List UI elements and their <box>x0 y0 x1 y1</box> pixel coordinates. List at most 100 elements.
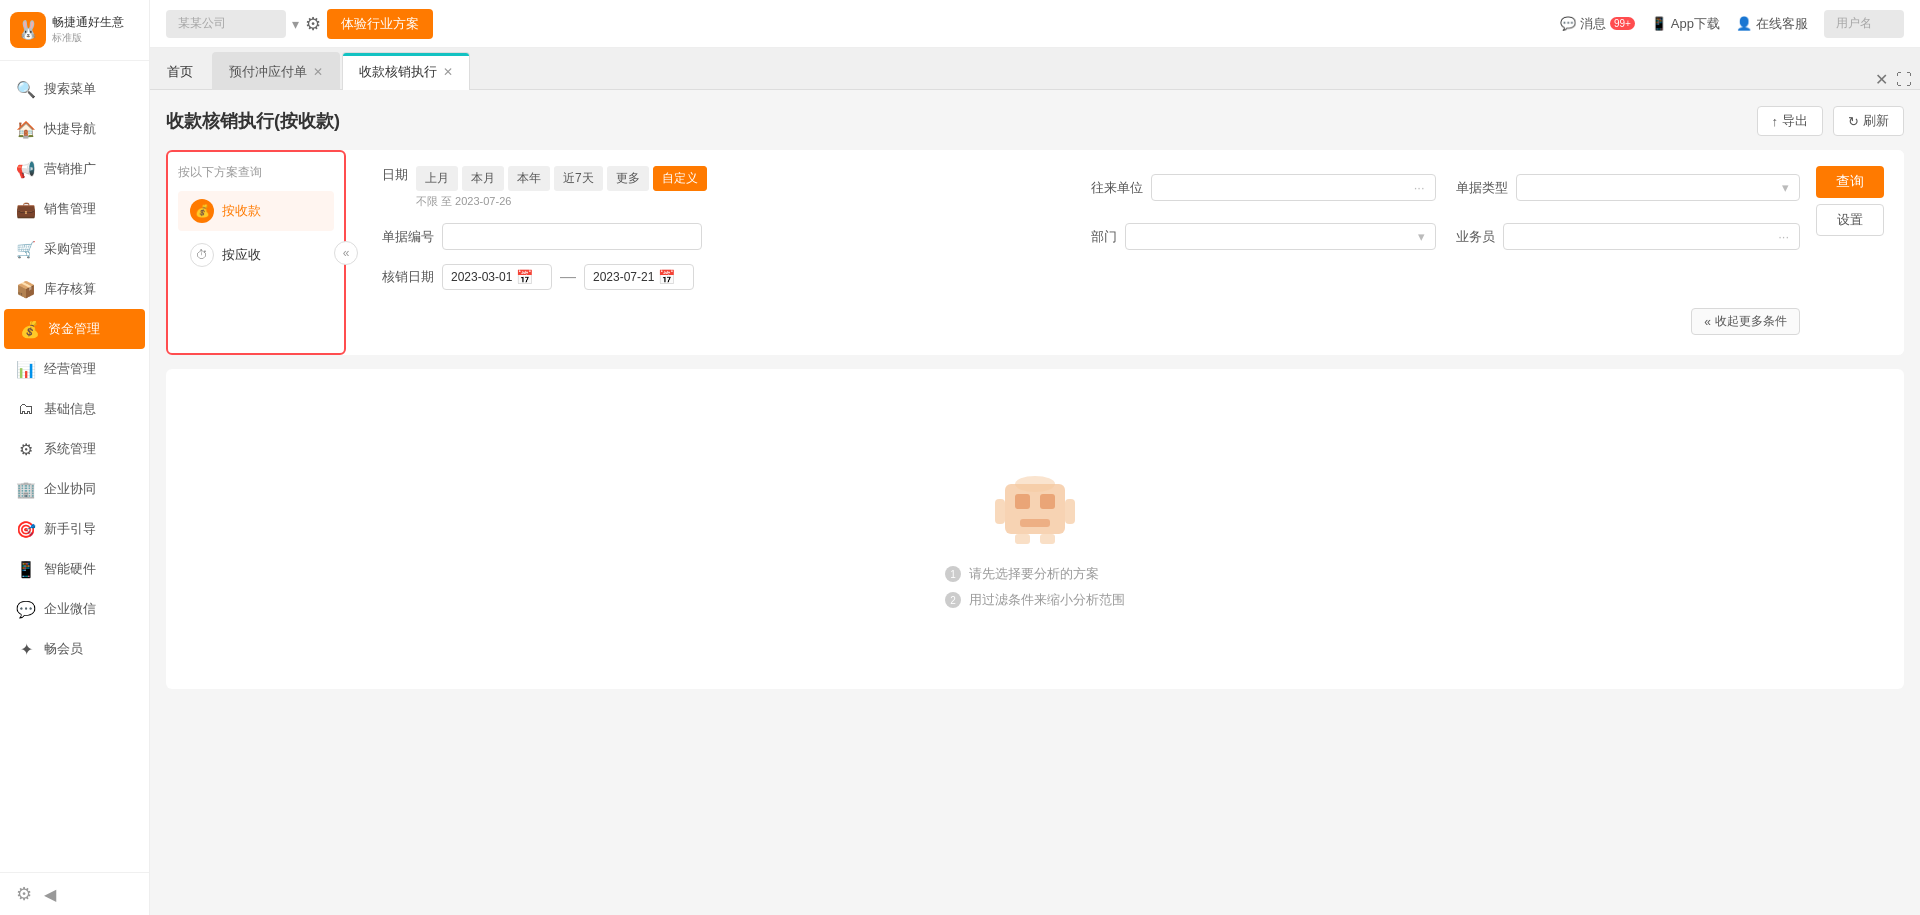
date-range-separator: — <box>560 268 576 286</box>
online-service-btn[interactable]: 👤 在线客服 <box>1736 15 1808 33</box>
system-icon: ⚙ <box>16 439 36 459</box>
message-btn[interactable]: 💬 消息 99+ <box>1560 15 1635 33</box>
staff-select[interactable]: ··· <box>1503 223 1801 250</box>
step-num-2: 2 <box>945 592 961 608</box>
topbar-brand: 某某公司 ▾ ⚙ 体验行业方案 <box>166 9 1550 39</box>
writeoff-date-end-input[interactable]: 2023-07-21 📅 <box>584 264 694 290</box>
sidebar-item-smart-hw[interactable]: 📱 智能硬件 <box>0 549 149 589</box>
app-download-btn[interactable]: 📱 App下载 <box>1651 15 1720 33</box>
search-btn[interactable]: 查询 <box>1816 166 1884 198</box>
enterprise-icon: 🏢 <box>16 479 36 499</box>
user-avatar[interactable]: 用户名 <box>1824 10 1904 38</box>
filter-panel-collapse-btn[interactable]: « <box>334 241 358 265</box>
sidebar-item-operation[interactable]: 📊 经营管理 <box>0 349 149 389</box>
filter-option-by-receivable[interactable]: ⏱ 按应收 <box>178 235 334 275</box>
svg-rect-1 <box>1015 494 1030 509</box>
capital-icon: 💰 <box>20 319 40 339</box>
message-badge: 99+ <box>1610 17 1635 30</box>
service-icon: 👤 <box>1736 16 1752 31</box>
bill-no-input[interactable] <box>442 223 702 250</box>
date-btn-7days[interactable]: 近7天 <box>554 166 603 191</box>
company-dropdown-icon[interactable]: ▾ <box>292 16 299 32</box>
more-conditions-btn[interactable]: « 收起更多条件 <box>1691 308 1800 335</box>
sidebar-item-purchase[interactable]: 🛒 采购管理 <box>0 229 149 269</box>
sidebar-item-search-menu[interactable]: 🔍 搜索菜单 <box>0 69 149 109</box>
bill-type-label: 单据类型 <box>1456 179 1508 197</box>
industry-solution-btn[interactable]: 体验行业方案 <box>327 9 433 39</box>
sidebar-item-system[interactable]: ⚙ 系统管理 <box>0 429 149 469</box>
vip-icon: ✦ <box>16 639 36 659</box>
export-btn[interactable]: ↑ 导出 <box>1757 106 1824 136</box>
hint-text-2: 用过滤条件来缩小分析范围 <box>969 591 1125 609</box>
tab-close-all-icon[interactable]: ✕ <box>1875 70 1888 89</box>
topbar-settings-icon[interactable]: ⚙ <box>305 13 321 35</box>
tab-home[interactable]: 首页 <box>150 52 210 90</box>
tab-prepay[interactable]: 预付冲应付单 ✕ <box>212 52 340 90</box>
sidebar-item-newbie[interactable]: 🎯 新手引导 <box>0 509 149 549</box>
date-btn-this-month[interactable]: 本月 <box>462 166 504 191</box>
refresh-icon: ↻ <box>1848 114 1859 129</box>
empty-hints: 1 请先选择要分析的方案 2 用过滤条件来缩小分析范围 <box>945 565 1125 609</box>
sidebar-item-basic-info[interactable]: 🗂 基础信息 <box>0 389 149 429</box>
page-header: 收款核销执行(按收款) ↑ 导出 ↻ 刷新 <box>166 106 1904 136</box>
step-num-1: 1 <box>945 566 961 582</box>
basic-info-icon: 🗂 <box>16 399 36 419</box>
operation-icon: 📊 <box>16 359 36 379</box>
sidebar-item-vip[interactable]: ✦ 畅会员 <box>0 629 149 669</box>
tab-receipt-writeoff-close-icon[interactable]: ✕ <box>443 65 453 79</box>
dept-filter: 部门 ▾ <box>1091 223 1436 250</box>
inventory-icon: 📦 <box>16 279 36 299</box>
filter-panel: 按以下方案查询 💰 按收款 ⏱ 按应收 « <box>166 150 1904 355</box>
partner-filter: 往来单位 ··· <box>1091 174 1436 201</box>
sidebar-item-inventory[interactable]: 📦 库存核算 <box>0 269 149 309</box>
filter-scheme-title: 按以下方案查询 <box>178 164 334 181</box>
sidebar-collapse-icon[interactable]: ◀ <box>44 885 56 904</box>
sidebar-item-marketing[interactable]: 📢 营销推广 <box>0 149 149 189</box>
svg-rect-2 <box>1040 494 1055 509</box>
app-name: 畅捷通好生意 <box>52 15 124 31</box>
smart-hw-icon: 📱 <box>16 559 36 579</box>
setting-btn[interactable]: 设置 <box>1816 204 1884 236</box>
dept-chevron-icon: ▾ <box>1418 229 1425 244</box>
newbie-icon: 🎯 <box>16 519 36 539</box>
sidebar-gear-icon[interactable]: ⚙ <box>16 883 32 905</box>
calendar-start-icon[interactable]: 📅 <box>516 269 533 285</box>
by-receivable-icon: ⏱ <box>190 243 214 267</box>
tab-receipt-writeoff[interactable]: 收款核销执行 ✕ <box>342 52 470 90</box>
calendar-end-icon[interactable]: 📅 <box>658 269 675 285</box>
date-btn-this-year[interactable]: 本年 <box>508 166 550 191</box>
tab-expand-icon[interactable]: ⛶ <box>1896 71 1912 89</box>
more-conditions-row: « 收起更多条件 <box>382 304 1800 339</box>
more-conditions-collapse-icon: « <box>1704 315 1711 329</box>
sidebar-item-wechat[interactable]: 💬 企业微信 <box>0 589 149 629</box>
bill-type-chevron-icon: ▾ <box>1782 180 1789 195</box>
topbar-right: 💬 消息 99+ 📱 App下载 👤 在线客服 用户名 <box>1560 10 1904 38</box>
sidebar-item-capital[interactable]: 💰 资金管理 <box>4 309 145 349</box>
filter-action-btns: 查询 设置 <box>1816 166 1884 236</box>
bill-type-filter: 单据类型 ▾ <box>1456 174 1801 201</box>
filter-row-3: 核销日期 2023-03-01 📅 — 2023-07-21 📅 <box>382 264 1800 290</box>
refresh-btn[interactable]: ↻ 刷新 <box>1833 106 1904 136</box>
sidebar: 🐰 畅捷通好生意 标准版 🔍 搜索菜单 🏠 快捷导航 📢 营销推广 💼 销售管理… <box>0 0 150 915</box>
svg-rect-4 <box>995 499 1005 524</box>
sidebar-logo: 🐰 畅捷通好生意 标准版 <box>0 0 149 61</box>
svg-point-8 <box>1015 476 1055 492</box>
date-btn-last-month[interactable]: 上月 <box>416 166 458 191</box>
sidebar-item-enterprise[interactable]: 🏢 企业协同 <box>0 469 149 509</box>
app-logo-icon: 🐰 <box>10 12 46 48</box>
date-btn-custom[interactable]: 自定义 <box>653 166 707 191</box>
download-icon: 📱 <box>1651 16 1667 31</box>
company-selector[interactable]: 某某公司 <box>166 10 286 38</box>
sidebar-item-sales[interactable]: 💼 销售管理 <box>0 189 149 229</box>
bill-no-filter: 单据编号 <box>382 223 1071 250</box>
writeoff-date-start-input[interactable]: 2023-03-01 📅 <box>442 264 552 290</box>
tab-prepay-close-icon[interactable]: ✕ <box>313 65 323 79</box>
date-btn-more[interactable]: 更多 <box>607 166 649 191</box>
bill-type-select[interactable]: ▾ <box>1516 174 1801 201</box>
sidebar-item-quick-nav[interactable]: 🏠 快捷导航 <box>0 109 149 149</box>
partner-select[interactable]: ··· <box>1151 174 1436 201</box>
dept-select[interactable]: ▾ <box>1125 223 1436 250</box>
svg-rect-7 <box>1040 534 1055 544</box>
filter-option-by-receipt[interactable]: 💰 按收款 <box>178 191 334 231</box>
writeoff-date-filter: 核销日期 2023-03-01 📅 — 2023-07-21 📅 <box>382 264 694 290</box>
